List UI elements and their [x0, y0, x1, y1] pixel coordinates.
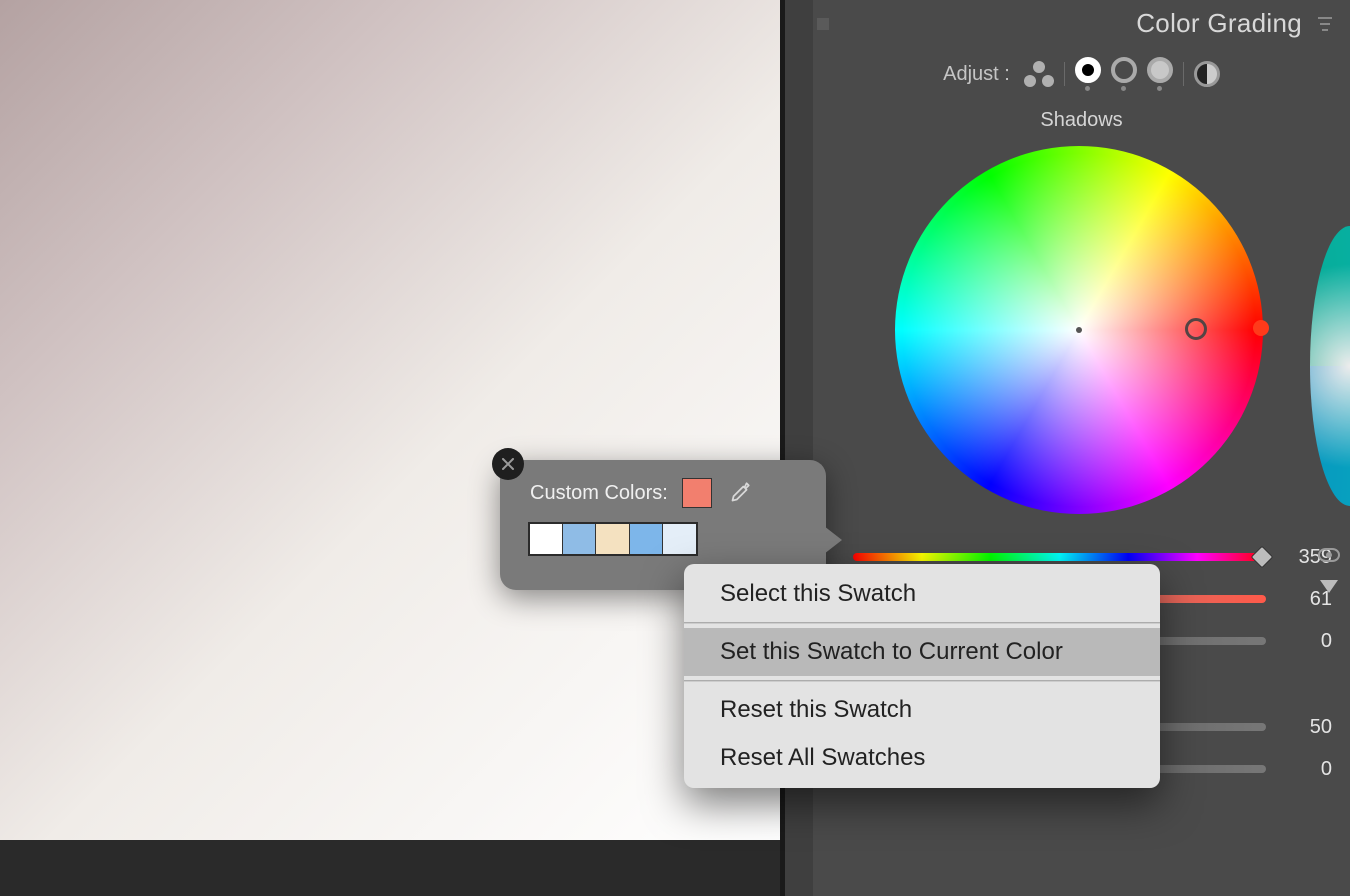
menu-separator — [684, 622, 1160, 624]
swatch-5[interactable] — [663, 524, 696, 554]
shadows-color-wheel[interactable] — [895, 146, 1263, 514]
color-wheel-area — [813, 140, 1350, 530]
adjust-highlights-button[interactable] — [1147, 57, 1173, 91]
swatch-context-menu: Select this Swatch Set this Swatch to Cu… — [684, 564, 1160, 788]
wheel-picker-handle[interactable] — [1185, 318, 1207, 340]
swatch-strip — [528, 522, 698, 556]
blending-value[interactable]: 50 — [1280, 716, 1332, 739]
popup-close-button[interactable] — [492, 448, 524, 480]
swatch-3[interactable] — [596, 524, 629, 554]
panel-toggle-icon[interactable] — [817, 18, 829, 30]
eyedropper-icon[interactable] — [726, 480, 752, 506]
separator — [1064, 62, 1065, 86]
swatch-4[interactable] — [630, 524, 663, 554]
separator — [1183, 62, 1184, 86]
adjust-label: Adjust : — [943, 63, 1010, 86]
balance-value[interactable]: 0 — [1280, 758, 1332, 781]
menu-reset-swatch[interactable]: Reset this Swatch — [684, 686, 1160, 734]
wheel-label: Shadows — [813, 95, 1350, 140]
midtones-wheel-peek[interactable] — [1310, 226, 1350, 506]
popup-current-swatch[interactable] — [682, 478, 712, 508]
wheel-hue-indicator[interactable] — [1253, 320, 1269, 336]
panel-menu-icon[interactable] — [1316, 17, 1334, 31]
wheel-center-icon — [1076, 327, 1082, 333]
visibility-toggle-icon[interactable] — [1318, 548, 1340, 562]
custom-colors-label: Custom Colors: — [530, 482, 668, 505]
adjust-shadows-button[interactable] — [1075, 57, 1101, 91]
disclosure-triangle-icon[interactable] — [1320, 580, 1338, 593]
canvas-area — [0, 0, 780, 896]
menu-set-swatch[interactable]: Set this Swatch to Current Color — [684, 628, 1160, 676]
menu-select-swatch[interactable]: Select this Swatch — [684, 570, 1160, 618]
menu-separator — [684, 680, 1160, 682]
swatch-2[interactable] — [563, 524, 596, 554]
panel-header: Color Grading — [813, 0, 1350, 47]
adjust-mode-row: Adjust : — [813, 47, 1350, 95]
adjust-three-way-button[interactable] — [1024, 61, 1054, 87]
adjust-midtones-button[interactable] — [1111, 57, 1137, 91]
photo-preview[interactable] — [0, 0, 780, 840]
adjust-global-button[interactable] — [1194, 61, 1220, 87]
panel-title[interactable]: Color Grading — [1136, 8, 1302, 39]
swatch-1[interactable] — [530, 524, 563, 554]
hue-slider-thumb[interactable] — [1251, 546, 1274, 569]
menu-reset-all[interactable]: Reset All Swatches — [684, 734, 1160, 782]
hue-slider[interactable] — [853, 553, 1266, 561]
lum-value[interactable]: 0 — [1280, 630, 1332, 653]
